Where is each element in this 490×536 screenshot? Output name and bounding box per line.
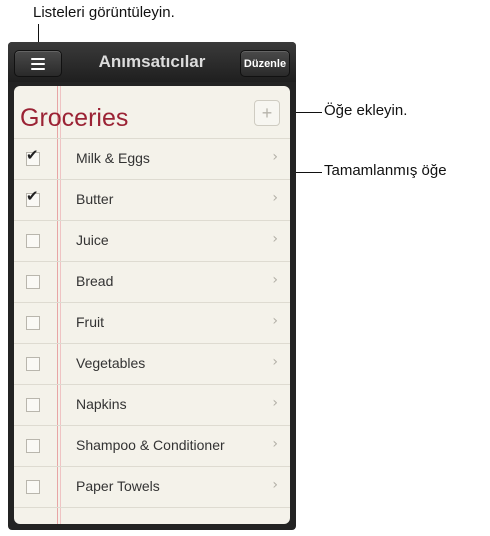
list-item[interactable]: Shampoo & Conditioner ›	[14, 425, 290, 466]
reminders-app: Anımsatıcılar Düzenle Groceries + ✔ Milk…	[8, 42, 296, 530]
callout-lists: Listeleri görüntüleyin.	[33, 4, 175, 21]
item-label: Fruit	[76, 314, 104, 330]
reminder-list-paper: Groceries + ✔ Milk & Eggs › ✔ Butter › J…	[14, 86, 290, 524]
item-label: Butter	[76, 191, 114, 207]
add-item-button[interactable]: +	[254, 100, 280, 126]
list-item[interactable]: ✔ Milk & Eggs ›	[14, 138, 290, 179]
chevron-right-icon: ›	[272, 231, 278, 247]
nav-bar: Anımsatıcılar Düzenle	[8, 42, 296, 82]
chevron-right-icon: ›	[272, 354, 278, 370]
nav-title: Anımsatıcılar	[98, 52, 206, 71]
chevron-right-icon: ›	[272, 436, 278, 452]
hamburger-icon	[31, 57, 45, 70]
lists-menu-button[interactable]	[14, 50, 62, 77]
chevron-right-icon: ›	[272, 395, 278, 411]
item-label: Juice	[76, 232, 109, 248]
list-item[interactable]: ✔ Butter ›	[14, 179, 290, 220]
checkmark-icon: ✔	[26, 187, 39, 205]
checkbox[interactable]: ✔	[26, 148, 40, 166]
checkmark-icon: ✔	[26, 146, 39, 164]
list-item[interactable]: Fruit ›	[14, 302, 290, 343]
list-item[interactable]: Vegetables ›	[14, 343, 290, 384]
list-title: Groceries	[20, 104, 129, 132]
list-item[interactable]: Bread ›	[14, 261, 290, 302]
list-item[interactable]: Juice ›	[14, 220, 290, 261]
list-item[interactable]: Napkins ›	[14, 384, 290, 425]
chevron-right-icon: ›	[272, 313, 278, 329]
chevron-right-icon: ›	[272, 190, 278, 206]
item-label: Paper Towels	[76, 478, 160, 494]
checkbox[interactable]	[26, 480, 40, 494]
callout-add-item: Öğe ekleyin.	[324, 102, 408, 119]
checkbox[interactable]	[26, 439, 40, 453]
list-item[interactable]: Paper Towels ›	[14, 466, 290, 508]
item-label: Bread	[76, 273, 114, 289]
chevron-right-icon: ›	[272, 477, 278, 493]
item-label: Shampoo & Conditioner	[76, 437, 225, 453]
item-label: Milk & Eggs	[76, 150, 150, 166]
item-label: Vegetables	[76, 355, 146, 371]
checkbox[interactable]	[26, 275, 40, 289]
checkbox[interactable]	[26, 234, 40, 248]
checkbox[interactable]	[26, 357, 40, 371]
chevron-right-icon: ›	[272, 149, 278, 165]
reminder-rows: ✔ Milk & Eggs › ✔ Butter › Juice › Bread…	[14, 138, 290, 508]
item-label: Napkins	[76, 396, 127, 412]
checkbox[interactable]	[26, 398, 40, 412]
checkbox[interactable]: ✔	[26, 189, 40, 207]
checkbox[interactable]	[26, 316, 40, 330]
chevron-right-icon: ›	[272, 272, 278, 288]
edit-button[interactable]: Düzenle	[240, 50, 290, 77]
callout-completed: Tamamlanmış öğe	[324, 162, 447, 179]
